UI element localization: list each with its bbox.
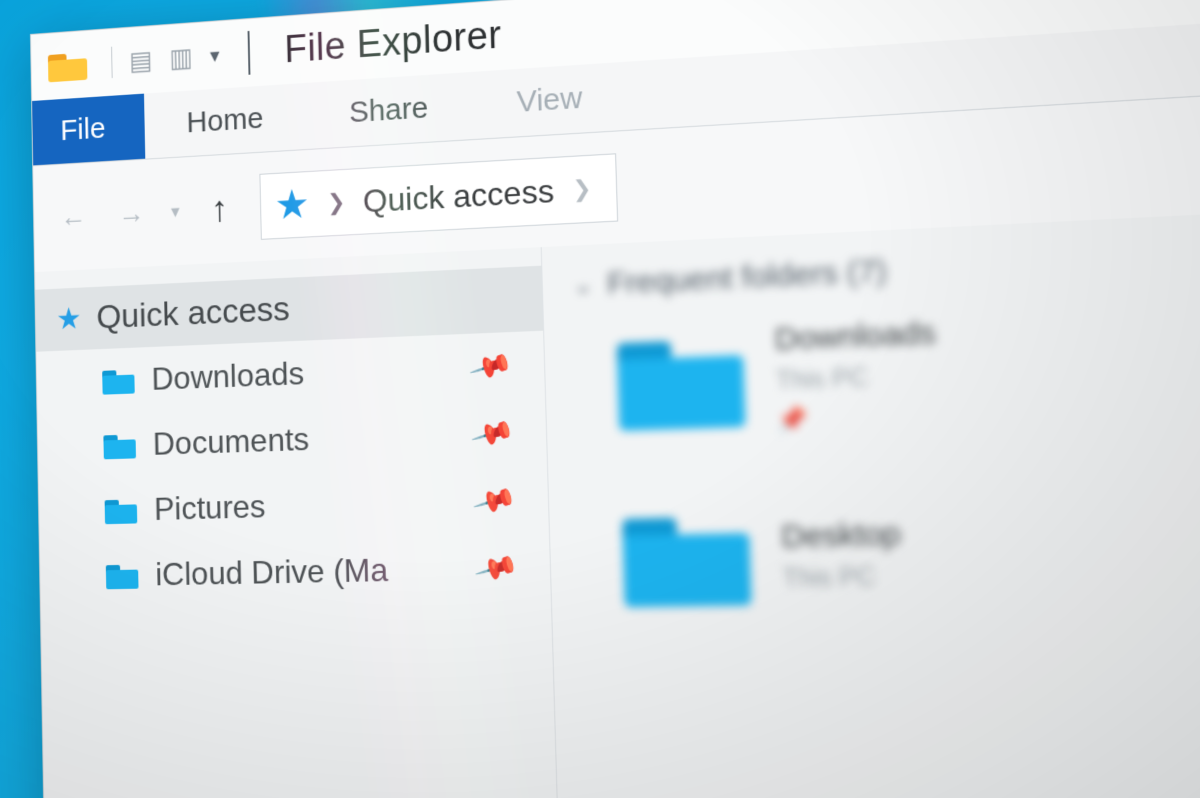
nav-up-button[interactable]: ↑: [200, 187, 239, 231]
address-bar[interactable]: ★ ❯ Quick access ❯: [259, 153, 618, 240]
tile-location: This PC: [782, 562, 903, 594]
pin-icon: 📌: [474, 544, 521, 592]
navigation-pane: ★ Quick access Downloads 📌 Documents 📌 P…: [35, 247, 565, 798]
pin-icon: 📌: [472, 477, 519, 524]
pin-icon: 📌: [468, 343, 515, 390]
sidebar-item-label: Downloads: [151, 355, 304, 398]
desktop: ▤ ▥ ▾ File Explorer File Home Share View…: [0, 0, 1200, 798]
folder-icon: [105, 497, 138, 524]
pin-icon: 📌: [470, 410, 517, 457]
tile-location: This PC: [776, 361, 938, 397]
star-icon: ★: [56, 301, 82, 337]
separator: [248, 31, 250, 75]
chevron-right-icon[interactable]: ❯: [572, 175, 592, 203]
folder-icon: [102, 367, 135, 394]
folder-tile[interactable]: Downloads This PC 📌: [616, 287, 1200, 439]
sidebar-item-label: iCloud Drive (Ma: [155, 551, 388, 593]
chevron-down-icon: ⌄: [573, 272, 593, 300]
qat-customize-dropdown[interactable]: ▾: [210, 43, 220, 68]
folder-icon: [617, 332, 746, 431]
nav-forward-button[interactable]: →: [112, 197, 150, 231]
group-header-label: Frequent folders (7): [607, 254, 888, 302]
folder-icon: [48, 48, 88, 82]
sidebar-item-pictures[interactable]: Pictures 📌: [39, 465, 549, 544]
quick-access-star-icon: ★: [274, 184, 310, 226]
content-pane: ⌄ Frequent folders (7) Downloads This PC…: [542, 193, 1200, 798]
folder-icon: [622, 510, 752, 608]
folder-tile[interactable]: Desktop This PC: [622, 488, 1200, 607]
sidebar-item-label: Pictures: [154, 488, 266, 528]
tile-name: Desktop: [781, 517, 902, 556]
file-explorer-window: ▤ ▥ ▾ File Explorer File Home Share View…: [30, 0, 1200, 798]
sidebar-header-label: Quick access: [96, 290, 290, 338]
sidebar-item-label: Documents: [152, 421, 309, 463]
sidebar-item-icloud-drive[interactable]: iCloud Drive (Ma 📌: [40, 533, 551, 609]
pin-icon: 📌: [777, 401, 939, 434]
tab-file[interactable]: File: [32, 94, 146, 166]
nav-history-dropdown[interactable]: ▾: [171, 201, 180, 222]
chevron-right-icon: ❯: [327, 189, 346, 216]
tile-name: Downloads: [774, 316, 936, 359]
nav-back-button[interactable]: ←: [54, 200, 92, 233]
folder-tiles: Downloads This PC 📌 Desktop This PC: [575, 287, 1200, 607]
folder-icon: [103, 432, 136, 459]
folder-icon: [106, 562, 139, 589]
tile-meta: Desktop This PC: [781, 517, 903, 594]
breadcrumb-root[interactable]: Quick access: [363, 172, 555, 220]
qat-properties-icon[interactable]: ▤: [129, 44, 153, 76]
separator: [111, 47, 113, 78]
quick-access-toolbar: ▤ ▥ ▾: [111, 39, 220, 78]
tile-meta: Downloads This PC 📌: [774, 316, 939, 435]
tab-view[interactable]: View: [471, 62, 628, 139]
tab-share[interactable]: Share: [305, 72, 473, 149]
qat-newfolder-icon[interactable]: ▥: [169, 41, 193, 73]
tab-home[interactable]: Home: [144, 83, 306, 159]
explorer-body: ★ Quick access Downloads 📌 Documents 📌 P…: [35, 193, 1200, 798]
window-title: File Explorer: [284, 13, 502, 71]
